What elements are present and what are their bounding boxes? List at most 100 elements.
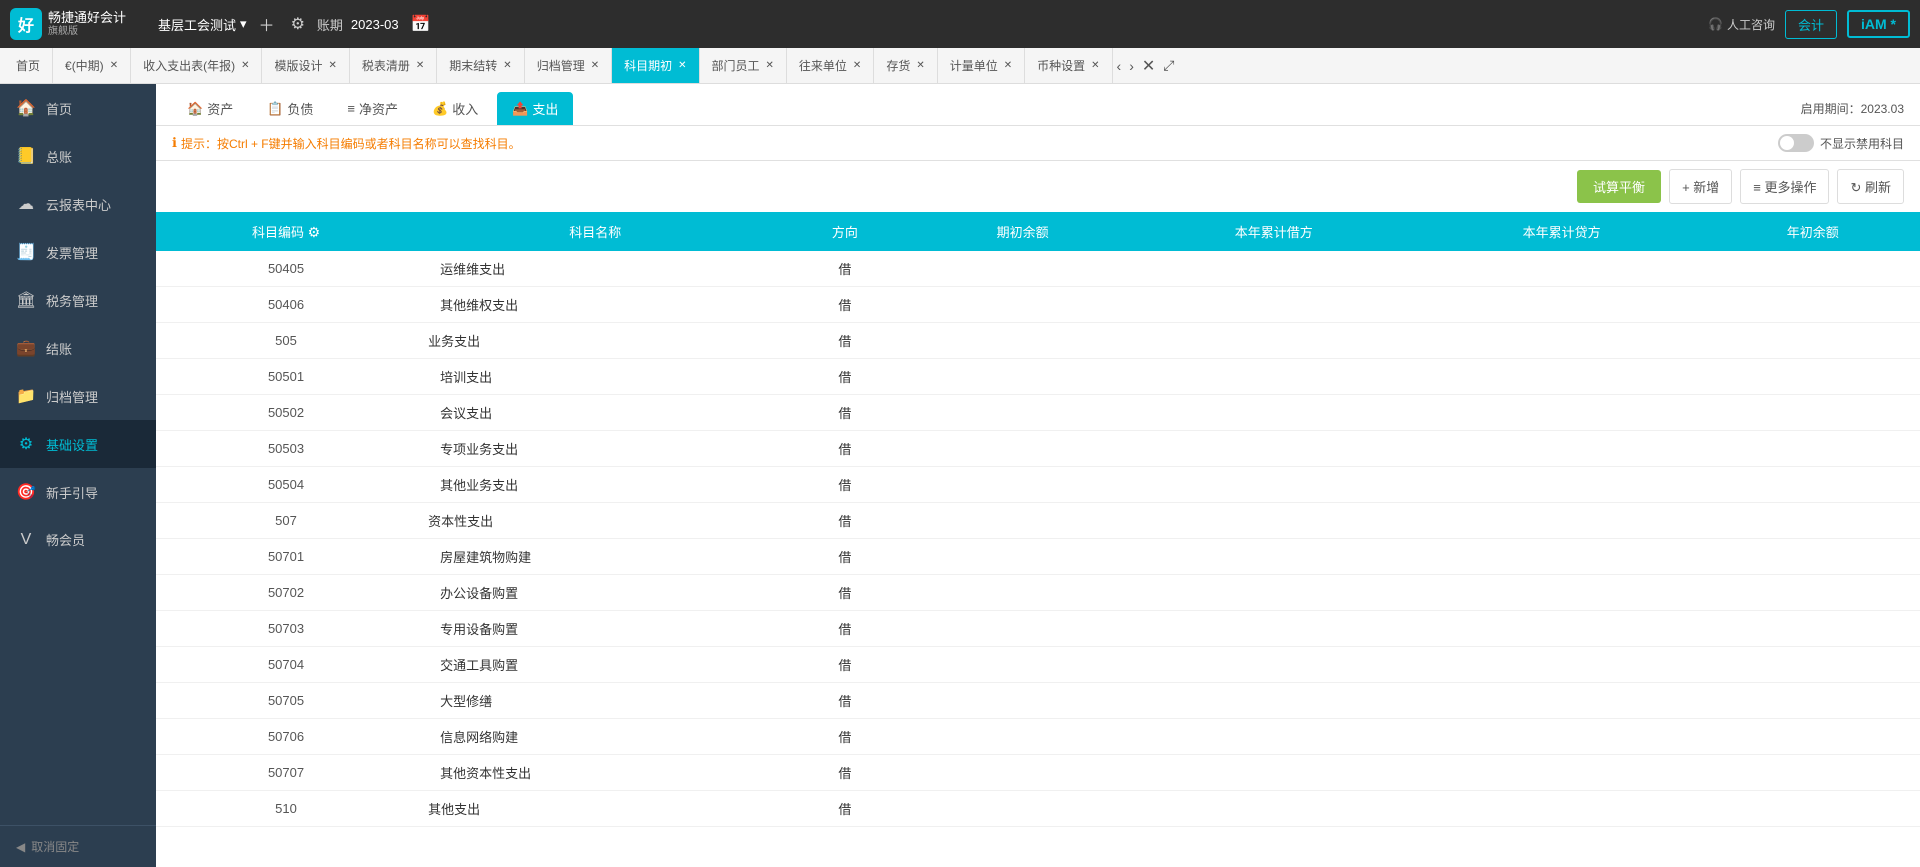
tab-close-period-end[interactable]: ✕: [503, 60, 511, 71]
cell-name: 房屋建筑物购建: [416, 539, 774, 575]
sidebar-item-settings[interactable]: ⚙ 基础设置: [0, 420, 156, 468]
tab-close-template[interactable]: ✕: [328, 60, 336, 71]
tab-template[interactable]: 模版设计 ✕: [262, 48, 349, 84]
sidebar-item-member[interactable]: V 畅会员: [0, 516, 156, 563]
tab-close-subject[interactable]: ✕: [678, 60, 686, 71]
col-code: 科目编码 ⚙: [156, 212, 416, 251]
iam-button[interactable]: iAM *: [1847, 10, 1910, 38]
cell-initial-balance: [915, 647, 1129, 683]
table-row[interactable]: 50406 其他维权支出 借: [156, 287, 1920, 323]
cell-name: 其他业务支出: [416, 467, 774, 503]
tab-partners[interactable]: 往来单位 ✕: [787, 48, 874, 84]
cell-code: 510: [156, 791, 416, 827]
more-button[interactable]: ≡ 更多操作: [1740, 169, 1829, 204]
service-button[interactable]: 🎧 人工咨询: [1708, 16, 1775, 33]
tab-close-all-btn[interactable]: ✕: [1138, 56, 1159, 76]
tab-period-end[interactable]: 期末结转 ✕: [437, 48, 524, 84]
table-row[interactable]: 50707 其他资本性支出 借: [156, 755, 1920, 791]
cell-year-initial: [1706, 683, 1920, 719]
tab-department[interactable]: 部门员工 ✕: [700, 48, 787, 84]
tab-close-tax[interactable]: ✕: [416, 60, 424, 71]
table-row[interactable]: 50503 专项业务支出 借: [156, 431, 1920, 467]
add-button[interactable]: + 新增: [1669, 169, 1732, 204]
cell-name: 其他资本性支出: [416, 755, 774, 791]
sidebar-item-reports[interactable]: ☁ 云报表中心: [0, 180, 156, 228]
cell-direction: 借: [774, 467, 915, 503]
cell-initial-balance: [915, 287, 1129, 323]
table-row[interactable]: 50504 其他业务支出 借: [156, 467, 1920, 503]
cell-code: 507: [156, 503, 416, 539]
tab-subject-initial[interactable]: 科目期初 ✕: [612, 48, 699, 84]
cell-ytd-credit: [1418, 575, 1706, 611]
tab-unit[interactable]: 计量单位 ✕: [938, 48, 1025, 84]
cell-initial-balance: [915, 611, 1129, 647]
tab-close-inventory[interactable]: ✕: [916, 60, 924, 71]
cell-ytd-debit: [1130, 323, 1418, 359]
cell-ytd-debit: [1130, 287, 1418, 323]
table-row[interactable]: 50704 交通工具购置 借: [156, 647, 1920, 683]
sub-tab-income[interactable]: 💰 收入: [417, 92, 493, 125]
cell-initial-balance: [915, 467, 1129, 503]
tab-close-unit[interactable]: ✕: [1004, 60, 1012, 71]
table-row[interactable]: 50501 培训支出 借: [156, 359, 1920, 395]
table-row[interactable]: 505 业务支出 借: [156, 323, 1920, 359]
cell-year-initial: [1706, 719, 1920, 755]
cell-initial-balance: [915, 575, 1129, 611]
refresh-button[interactable]: ↻ 刷新: [1837, 169, 1904, 204]
sidebar-item-tax[interactable]: 🏛 税务管理: [0, 276, 156, 324]
table-row[interactable]: 50405 运维维支出 借: [156, 251, 1920, 287]
table-row[interactable]: 50705 大型修缮 借: [156, 683, 1920, 719]
tab-currency[interactable]: 币种设置 ✕: [1025, 48, 1112, 84]
tab-close-department[interactable]: ✕: [766, 60, 774, 71]
tab-close-partners[interactable]: ✕: [853, 60, 861, 71]
cell-year-initial: [1706, 251, 1920, 287]
table-row[interactable]: 510 其他支出 借: [156, 791, 1920, 827]
account-button[interactable]: 会计: [1785, 10, 1837, 39]
tab-close-archive[interactable]: ✕: [591, 60, 599, 71]
sidebar-collapse-btn[interactable]: ◀ 取消固定: [0, 825, 156, 867]
add-tab-btn[interactable]: ＋: [255, 8, 279, 40]
tab-next-btn[interactable]: ›: [1125, 58, 1138, 74]
sub-tab-liability[interactable]: 📋 负债: [252, 92, 328, 125]
sidebar-item-ledger[interactable]: 📒 总账: [0, 132, 156, 180]
calendar-icon[interactable]: 📅: [407, 10, 435, 38]
cell-ytd-debit: [1130, 611, 1418, 647]
settings-btn[interactable]: ⚙: [287, 10, 309, 38]
project-name: 基层工会测试 ▾: [158, 15, 247, 34]
tab-inventory[interactable]: 存货 ✕: [874, 48, 937, 84]
tab-annual[interactable]: 收入支出表(年报) ✕: [131, 48, 262, 84]
action-bar: 试算平衡 + 新增 ≡ 更多操作 ↻ 刷新: [156, 161, 1920, 212]
table-row[interactable]: 50701 房屋建筑物购建 借: [156, 539, 1920, 575]
table-row[interactable]: 50703 专用设备购置 借: [156, 611, 1920, 647]
cell-name: 会议支出: [416, 395, 774, 431]
cell-code: 50705: [156, 683, 416, 719]
tab-expand-btn[interactable]: ⤢: [1159, 57, 1178, 74]
sidebar-item-invoice[interactable]: 🧾 发票管理: [0, 228, 156, 276]
expense-icon: 📤: [512, 101, 528, 117]
table-row[interactable]: 50702 办公设备购置 借: [156, 575, 1920, 611]
table-row[interactable]: 50502 会议支出 借: [156, 395, 1920, 431]
tab-interim[interactable]: €(中期) ✕: [53, 48, 131, 84]
table-row[interactable]: 507 资本性支出 借: [156, 503, 1920, 539]
sidebar-item-guide[interactable]: 🎯 新手引导: [0, 468, 156, 516]
tab-archive[interactable]: 归档管理 ✕: [525, 48, 612, 84]
tab-close-annual[interactable]: ✕: [241, 60, 249, 71]
tab-home[interactable]: 首页: [4, 48, 53, 84]
sidebar-item-archive[interactable]: 📁 归档管理: [0, 372, 156, 420]
sub-tab-net-asset[interactable]: ≡ 净资产: [332, 92, 413, 125]
sidebar-item-home[interactable]: 🏠 首页: [0, 84, 156, 132]
balance-button[interactable]: 试算平衡: [1577, 170, 1661, 203]
cell-ytd-debit: [1130, 467, 1418, 503]
sub-tab-expense[interactable]: 📤 支出: [497, 92, 573, 125]
tab-prev-btn[interactable]: ‹: [1113, 58, 1126, 74]
table-row[interactable]: 50706 信息网络购建 借: [156, 719, 1920, 755]
disabled-subjects-toggle[interactable]: [1778, 134, 1814, 152]
cell-ytd-debit: [1130, 755, 1418, 791]
cell-direction: 借: [774, 647, 915, 683]
tab-close-currency[interactable]: ✕: [1091, 60, 1099, 71]
sub-tab-asset[interactable]: 🏠 资产: [172, 92, 248, 125]
tab-close-interim[interactable]: ✕: [110, 60, 118, 71]
sidebar-item-close[interactable]: 💼 结账: [0, 324, 156, 372]
col-settings-icon[interactable]: ⚙: [308, 224, 321, 240]
tab-tax[interactable]: 税表清册 ✕: [350, 48, 437, 84]
